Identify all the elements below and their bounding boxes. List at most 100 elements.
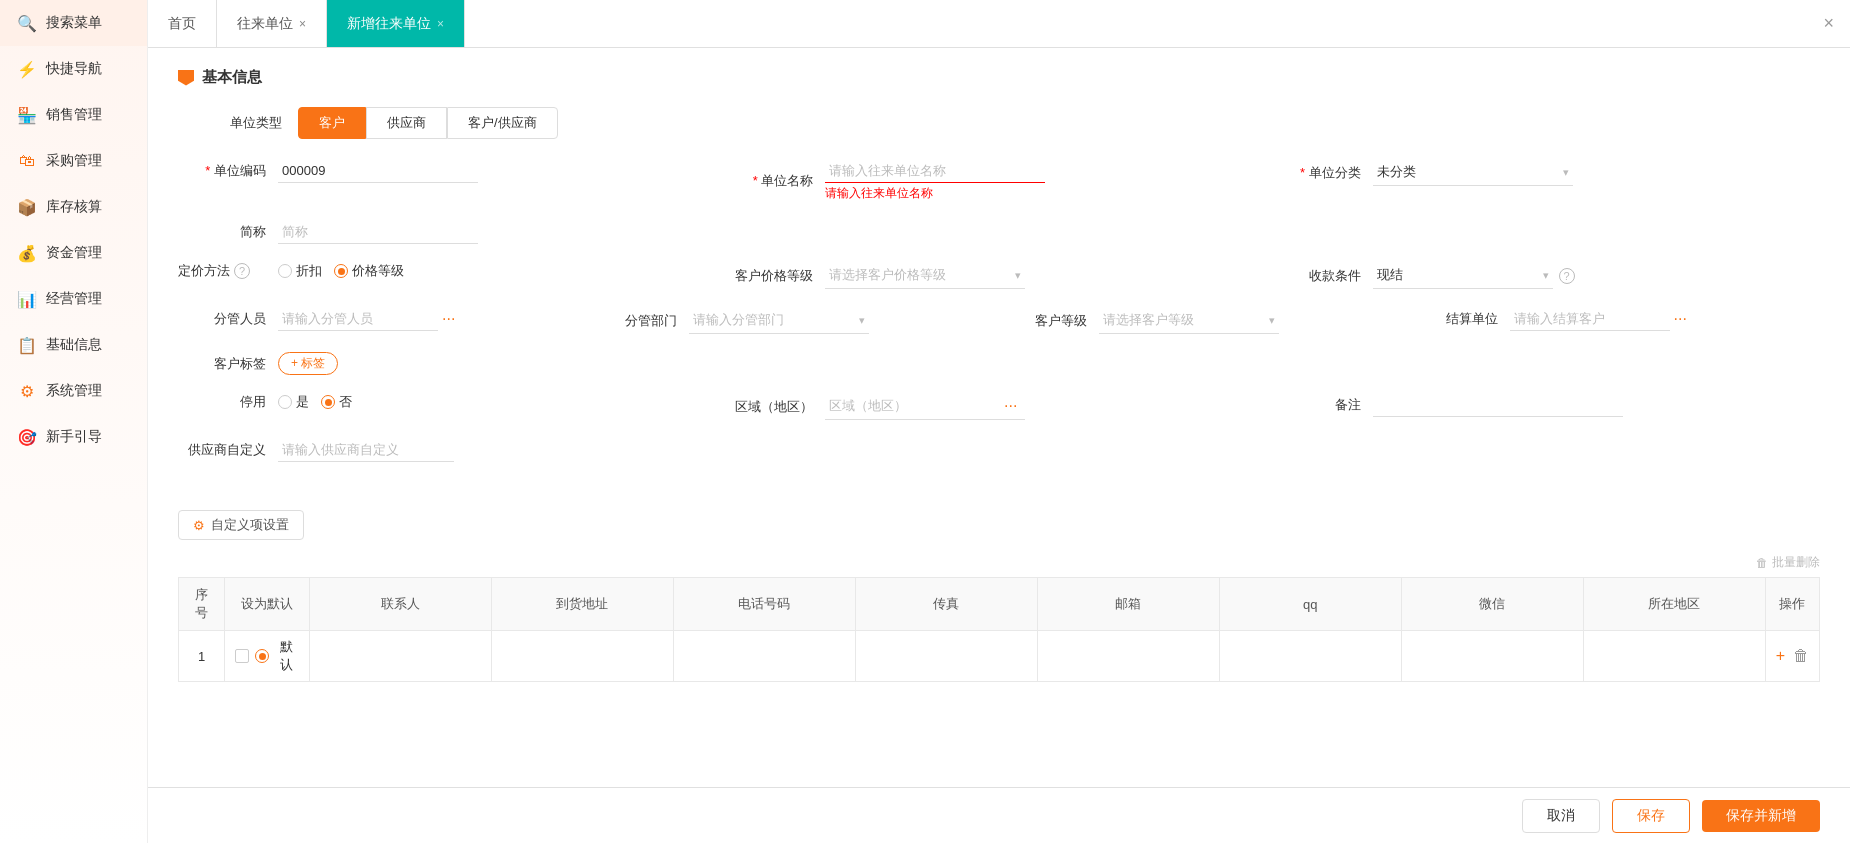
custom-settings-button[interactable]: ⚙ 自定义项设置 <box>178 510 304 540</box>
tab-partners-close[interactable]: × <box>299 18 306 30</box>
cell-email[interactable] <box>1037 631 1219 682</box>
tag-label: 客户标签 <box>178 355 278 373</box>
payment-terms-select[interactable]: 现结 ▾ <box>1373 262 1553 289</box>
remark-input[interactable] <box>1373 393 1623 417</box>
row-code-name-category: 单位编码 单位名称 请输入往来单位名称 单位分类 未分类 ▾ <box>178 159 1820 202</box>
add-tag-button[interactable]: + 标签 <box>278 352 338 375</box>
field-region: 区域（地区） 区域（地区） ··· <box>725 393 1272 420</box>
sidebar-item-guide[interactable]: 🎯 新手引导 <box>0 414 147 460</box>
manager-input[interactable] <box>278 307 438 331</box>
customer-level-label: 客户等级 <box>999 312 1099 330</box>
tab-bar: 首页 往来单位 × 新增往来单位 × × <box>148 0 1850 48</box>
sales-icon: 🏪 <box>16 104 38 126</box>
sidebar-item-finance[interactable]: 💰 资金管理 <box>0 230 147 276</box>
unit-category-select[interactable]: 未分类 ▾ <box>1373 159 1573 186</box>
cell-fax[interactable] <box>855 631 1037 682</box>
field-department: 分管部门 请输入分管部门 ▾ <box>589 307 1000 334</box>
field-payment-terms: 收款条件 现结 ▾ ? <box>1273 262 1820 289</box>
sidebar-item-inventory[interactable]: 📦 库存核算 <box>0 184 147 230</box>
tab-partners[interactable]: 往来单位 × <box>217 0 327 47</box>
batch-delete-btn[interactable]: 🗑 批量删除 <box>178 550 1820 577</box>
unit-btn-both[interactable]: 客户/供应商 <box>447 107 558 139</box>
sidebar-item-label: 新手引导 <box>46 428 102 446</box>
cell-region[interactable] <box>1583 631 1765 682</box>
payment-terms-help[interactable]: ? <box>1559 268 1575 284</box>
disabled-radio-group: 是 否 <box>278 393 725 411</box>
pricing-radio-group: 折扣 价格等级 <box>278 262 725 280</box>
unit-name-input[interactable] <box>825 159 1045 183</box>
qq-input[interactable] <box>1230 649 1391 664</box>
tab-new-partner-close[interactable]: × <box>437 18 444 30</box>
close-all-tabs[interactable]: × <box>1807 13 1850 34</box>
radio-disabled-no[interactable]: 否 <box>321 393 352 411</box>
save-button[interactable]: 保存 <box>1612 799 1690 833</box>
email-input[interactable] <box>1048 649 1209 664</box>
sidebar-item-operations[interactable]: 📊 经营管理 <box>0 276 147 322</box>
remark-label: 备注 <box>1273 396 1373 414</box>
save-new-button[interactable]: 保存并新增 <box>1702 800 1820 832</box>
sidebar-item-label: 销售管理 <box>46 106 102 124</box>
wechat-input[interactable] <box>1412 649 1573 664</box>
basic-info-icon: 📋 <box>16 334 38 356</box>
add-row-btn[interactable]: + <box>1776 647 1785 665</box>
sidebar-item-purchase[interactable]: 🛍 采购管理 <box>0 138 147 184</box>
contact-input[interactable] <box>320 649 481 664</box>
tab-new-partner[interactable]: 新增往来单位 × <box>327 0 465 47</box>
field-abbreviation: 简称 <box>178 220 725 244</box>
radio-discount-label: 折扣 <box>296 262 322 280</box>
tab-home[interactable]: 首页 <box>148 0 217 47</box>
sidebar-item-quicknav[interactable]: ⚡ 快捷导航 <box>0 46 147 92</box>
phone-input[interactable] <box>684 649 845 664</box>
unit-btn-supplier[interactable]: 供应商 <box>366 107 447 139</box>
custom-settings-label: 自定义项设置 <box>211 516 289 534</box>
radio-discount[interactable]: 折扣 <box>278 262 322 280</box>
field-supplier-custom: 供应商自定义 <box>178 438 454 462</box>
sidebar-item-sales[interactable]: 🏪 销售管理 <box>0 92 147 138</box>
row-region-input[interactable] <box>1594 649 1755 664</box>
radio-price-level[interactable]: 价格等级 <box>334 262 404 280</box>
address-input[interactable] <box>502 649 663 664</box>
page-body: 基本信息 单位类型 客户 供应商 客户/供应商 单位编码 单位名称 <box>148 48 1850 843</box>
fax-input[interactable] <box>866 649 1027 664</box>
sidebar-item-label: 资金管理 <box>46 244 102 262</box>
footer: 取消 保存 保存并新增 <box>148 787 1850 843</box>
col-fax: 传真 <box>855 578 1037 631</box>
field-remark: 备注 <box>1273 393 1820 417</box>
row-default-radio[interactable]: 默认 <box>255 638 298 674</box>
unit-code-label: 单位编码 <box>178 162 278 180</box>
operations-icon: 📊 <box>16 288 38 310</box>
delete-row-btn[interactable]: 🗑 <box>1793 647 1809 665</box>
unit-btn-customer[interactable]: 客户 <box>298 107 366 139</box>
supplier-custom-label: 供应商自定义 <box>178 441 278 459</box>
sidebar-item-basic[interactable]: 📋 基础信息 <box>0 322 147 368</box>
cell-contact[interactable] <box>309 631 491 682</box>
tab-home-label: 首页 <box>168 15 196 33</box>
settlement-dots[interactable]: ··· <box>1670 310 1691 328</box>
supplier-custom-input[interactable] <box>278 438 454 462</box>
col-wechat: 微信 <box>1401 578 1583 631</box>
field-unit-category: 单位分类 未分类 ▾ <box>1273 159 1820 186</box>
field-unit-code: 单位编码 <box>178 159 725 183</box>
cancel-button[interactable]: 取消 <box>1522 799 1600 833</box>
pricing-help-icon[interactable]: ? <box>234 263 250 279</box>
manager-dots[interactable]: ··· <box>438 310 459 328</box>
cell-qq[interactable] <box>1219 631 1401 682</box>
sidebar-item-search[interactable]: 🔍 搜索菜单 <box>0 0 147 46</box>
cell-phone[interactable] <box>673 631 855 682</box>
department-select[interactable]: 请输入分管部门 ▾ <box>689 307 869 334</box>
field-unit-name: 单位名称 请输入往来单位名称 <box>725 159 1272 202</box>
radio-disabled-yes[interactable]: 是 <box>278 393 309 411</box>
row-checkbox[interactable] <box>235 649 249 663</box>
customer-level-select[interactable]: 请选择客户等级 ▾ <box>1099 307 1279 334</box>
sidebar-item-system[interactable]: ⚙ 系统管理 <box>0 368 147 414</box>
cell-wechat[interactable] <box>1401 631 1583 682</box>
system-icon: ⚙ <box>16 380 38 402</box>
cell-address[interactable] <box>491 631 673 682</box>
region-dots[interactable]: ··· <box>1000 397 1021 415</box>
settlement-input[interactable] <box>1510 307 1670 331</box>
unit-name-label: 单位名称 <box>725 172 825 190</box>
abbreviation-input[interactable] <box>278 220 478 244</box>
unit-code-input[interactable] <box>278 159 478 183</box>
row-supplier-custom: 供应商自定义 <box>178 438 1820 462</box>
customer-price-level-select[interactable]: 请选择客户价格等级 ▾ <box>825 262 1025 289</box>
